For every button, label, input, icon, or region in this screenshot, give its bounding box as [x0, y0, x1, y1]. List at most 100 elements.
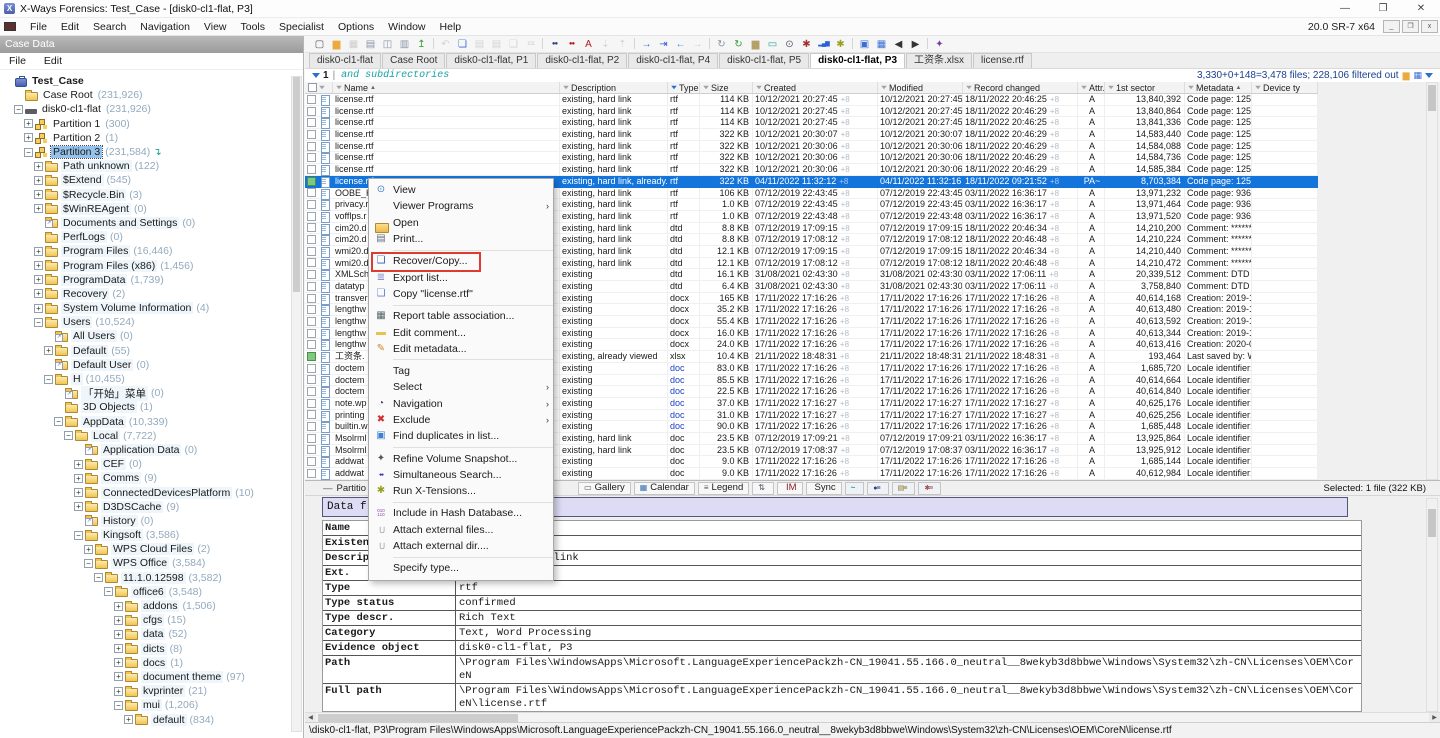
tree-item[interactable]: Default User (0)	[0, 358, 291, 372]
divider[interactable]	[924, 37, 931, 52]
row-checkbox[interactable]	[305, 468, 317, 479]
expander-icon[interactable]	[104, 587, 113, 597]
row-checkbox[interactable]	[305, 433, 317, 444]
expander-icon[interactable]	[84, 544, 93, 554]
tab[interactable]: disk0-cl1-flat	[309, 53, 382, 68]
tree-item[interactable]: D3DSCache (9)	[0, 500, 291, 514]
context-menu-item[interactable]: Tag	[369, 363, 553, 379]
case-menu-item[interactable]: Edit	[35, 55, 71, 67]
filter-funnel-icon[interactable]	[312, 73, 320, 78]
tab[interactable]: disk0-cl1-flat, P4	[628, 53, 719, 68]
expander-icon[interactable]	[34, 204, 43, 214]
goto-offset-icon[interactable]: ⇥	[655, 37, 672, 52]
context-menu-item[interactable]: Copy "license.rtf"	[369, 286, 553, 302]
row-checkbox[interactable]	[305, 386, 317, 397]
expander-icon[interactable]	[34, 175, 43, 185]
file-list-scrollbar[interactable]	[1426, 82, 1438, 480]
expander-icon[interactable]	[34, 261, 43, 271]
row-checkbox[interactable]	[305, 258, 317, 269]
menu-item[interactable]: Tools	[234, 18, 273, 36]
paste-into-icon[interactable]: ▤	[488, 37, 505, 52]
expander-icon[interactable]	[34, 303, 43, 313]
print-icon[interactable]: ▤	[362, 37, 379, 52]
tree-item[interactable]: cfgs (15)	[0, 613, 291, 627]
expander-icon[interactable]	[114, 615, 123, 625]
row-checkbox[interactable]	[305, 234, 317, 245]
column-header[interactable]: Record changed	[963, 82, 1078, 93]
file-row[interactable]: license.rtf existing, hard link rtf 114 …	[305, 117, 1318, 130]
column-header[interactable]: Type	[668, 82, 700, 93]
tree-item[interactable]: H (10,455)	[0, 372, 291, 386]
tab[interactable]: disk0-cl1-flat, P5	[719, 53, 810, 68]
save-list-icon[interactable]: ▦	[1413, 70, 1422, 81]
context-menu-item[interactable]: Attach external dir....	[369, 538, 553, 554]
scrollbar-thumb[interactable]	[318, 713, 518, 722]
open-dir-icon[interactable]: ▆	[747, 37, 764, 52]
expander-icon[interactable]	[34, 190, 43, 200]
viewer-icon[interactable]: ◫	[379, 37, 396, 52]
copy-format-icon[interactable]: ❏	[505, 37, 522, 52]
menu-item[interactable]: Search	[86, 18, 133, 36]
column-filter-icon[interactable]	[319, 85, 325, 90]
row-checkbox[interactable]	[305, 199, 317, 210]
options-icon[interactable]: ✱	[798, 37, 815, 52]
row-checkbox[interactable]	[305, 328, 317, 339]
scroll-right-icon[interactable]: ▶	[1429, 712, 1440, 722]
viewer-mode-button[interactable]	[752, 481, 774, 495]
screenshot-icon[interactable]: ▭	[764, 37, 781, 52]
expander-icon[interactable]	[114, 629, 123, 639]
row-checkbox[interactable]	[305, 176, 317, 187]
tree-item[interactable]: Partition 3 (231,584) ↴	[0, 145, 291, 160]
context-menu-item[interactable]: Run X-Tensions...	[369, 483, 553, 499]
scroll-left-icon[interactable]: ◀	[305, 712, 316, 722]
context-menu-item[interactable]: Refine Volume Snapshot...	[369, 450, 553, 466]
tree-item[interactable]: 3D Objects (1)	[0, 400, 291, 414]
partition-pane-toggle[interactable]: Partitio	[305, 483, 367, 494]
row-checkbox[interactable]	[305, 363, 317, 374]
context-menu-item[interactable]: Open	[369, 215, 553, 233]
expander-icon[interactable]	[84, 558, 93, 568]
forward-icon[interactable]: →	[689, 37, 706, 52]
divider[interactable]	[706, 37, 713, 52]
tree-item[interactable]: disk0-cl1-flat (231,926)	[0, 102, 291, 116]
next-pane-icon[interactable]: ▶	[907, 37, 924, 52]
tree-item[interactable]: default (834)	[0, 712, 291, 726]
column-filter-icon[interactable]	[966, 85, 972, 90]
undo-icon[interactable]: ↶	[437, 37, 454, 52]
row-checkbox[interactable]	[305, 106, 317, 117]
export-icon[interactable]: ↥	[413, 37, 430, 52]
tree-item[interactable]: data (52)	[0, 627, 291, 641]
hex-search-icon[interactable]: A	[580, 37, 597, 52]
expander-icon[interactable]	[74, 473, 83, 483]
expander-icon[interactable]	[44, 346, 53, 356]
find-icon[interactable]: ●●	[546, 37, 563, 52]
tree-item[interactable]: AppData (10,339)	[0, 415, 291, 429]
tree-item[interactable]: dicts (8)	[0, 642, 291, 656]
tab[interactable]: license.rtf	[973, 53, 1032, 68]
row-checkbox[interactable]	[305, 293, 317, 304]
viewer-mode-button[interactable]: Calendar	[633, 481, 695, 495]
column-filter-icon[interactable]	[1255, 85, 1261, 90]
goto-icon[interactable]: →	[638, 37, 655, 52]
tree-item[interactable]: document theme (97)	[0, 670, 291, 684]
column-header[interactable]	[305, 82, 333, 93]
expander-icon[interactable]	[34, 275, 43, 285]
tree-item[interactable]: All Users (0)	[0, 329, 291, 343]
expander-icon[interactable]	[24, 119, 33, 129]
column-header[interactable]: Created	[753, 82, 878, 93]
row-checkbox[interactable]	[305, 246, 317, 257]
expander-icon[interactable]	[74, 530, 83, 540]
expander-icon[interactable]	[44, 374, 53, 384]
refresh-snapshot-icon[interactable]: ↻	[713, 37, 730, 52]
viewer-mode-button[interactable]: Sync	[805, 481, 842, 495]
minimize-button[interactable]: —	[1326, 0, 1364, 17]
copy-icon[interactable]: ❏	[454, 37, 471, 52]
expander-icon[interactable]	[34, 317, 43, 327]
viewer-mode-button[interactable]	[867, 481, 889, 495]
file-row[interactable]: license.rtf existing, hard link rtf 322 …	[305, 129, 1318, 141]
back-icon[interactable]: ←	[672, 37, 689, 52]
context-menu-item[interactable]: Report table association...	[369, 308, 553, 324]
column-filter-icon[interactable]	[1081, 85, 1087, 90]
context-menu-item[interactable]: Edit comment...	[369, 324, 553, 340]
column-filter-icon[interactable]	[1108, 85, 1114, 90]
